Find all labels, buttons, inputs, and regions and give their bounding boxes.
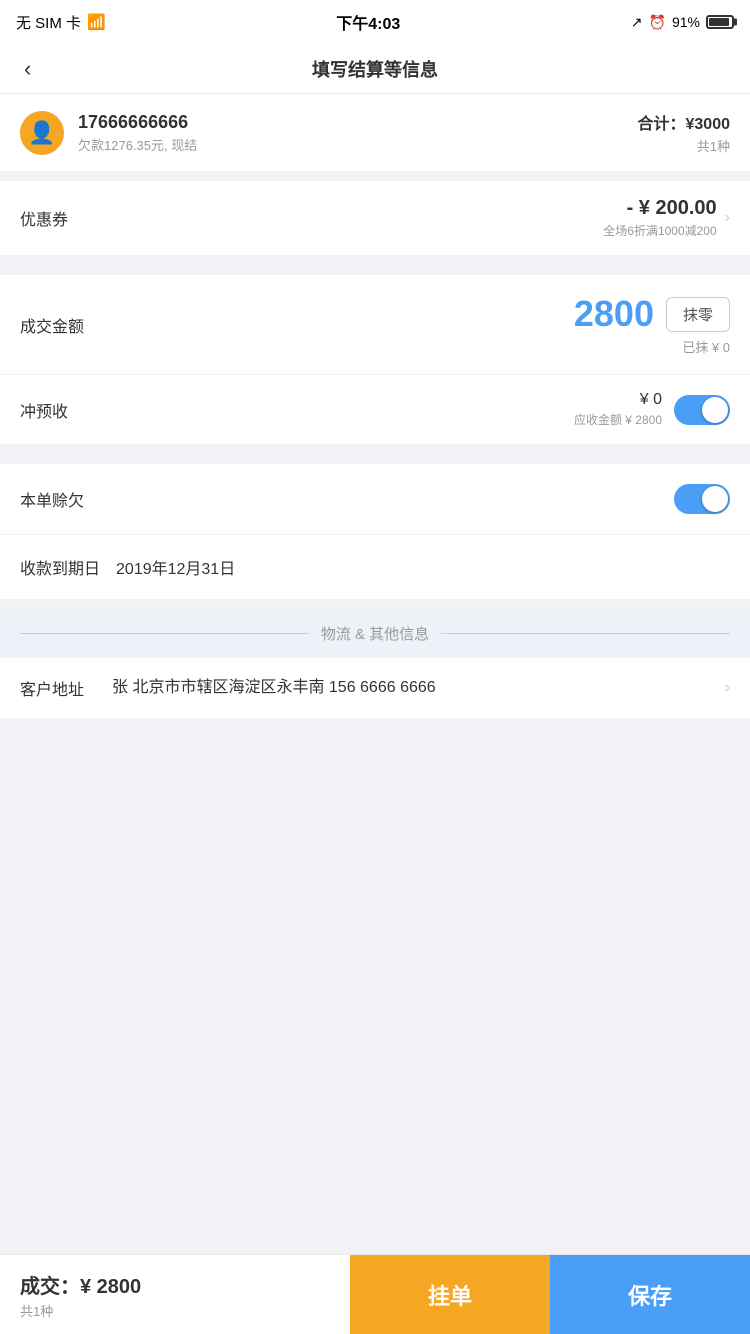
prepay-values: ¥ 0 应收金额 ¥ 2800 — [574, 391, 662, 428]
logistics-line-left — [20, 633, 309, 634]
prepay-right: ¥ 0 应收金额 ¥ 2800 — [574, 391, 730, 428]
user-totals: 合计：¥3000 共1种 — [638, 110, 731, 155]
address-row[interactable]: 客户地址 张 北京市市辖区海淀区永丰南 156 6666 6666 › — [0, 658, 750, 718]
prepay-label: 冲预收 — [20, 398, 68, 422]
debt-toggle-knob — [702, 486, 728, 512]
bottom-item-count: 共1种 — [20, 1301, 330, 1320]
amount-right-inner: 2800 抹零 — [574, 293, 730, 335]
avatar-icon: 👤 — [28, 120, 55, 146]
page-title: 填写结算等信息 — [312, 56, 438, 82]
status-right: ↗ ⏰ 91% — [631, 14, 734, 31]
bottom-deal-value: ¥ 2800 — [80, 1276, 141, 1298]
hold-order-button[interactable]: 挂单 — [350, 1255, 550, 1334]
user-info: 17666666666 欠款1276.35元, 现结 — [78, 112, 197, 154]
status-bar: 无 SIM 卡 📶 下午4:03 ↗ ⏰ 91% — [0, 0, 750, 44]
avatar: 👤 — [20, 111, 64, 155]
separator-1 — [0, 265, 750, 275]
coupon-desc: 全场6折满1000减200 — [603, 222, 716, 239]
status-time: 下午4:03 — [336, 10, 400, 34]
coupon-values: - ¥ 200.00 全场6折满1000减200 — [603, 197, 716, 239]
address-chevron-icon: › — [725, 679, 730, 697]
toggle-knob — [702, 397, 728, 423]
coupon-amount: - ¥ 200.00 — [603, 197, 716, 220]
logistics-label: 物流 & 其他信息 — [321, 623, 429, 644]
content: 👤 17666666666 欠款1276.35元, 现结 合计：¥3000 共1… — [0, 94, 750, 808]
user-debt-info: 欠款1276.35元, 现结 — [78, 135, 197, 154]
deal-amount-sub: 已抹 ¥ 0 — [574, 337, 730, 356]
address-label: 客户地址 — [20, 676, 100, 700]
prepay-row: 冲预收 ¥ 0 应收金额 ¥ 2800 — [0, 375, 750, 444]
carrier-label: 无 SIM 卡 — [16, 12, 81, 33]
alarm-icon: ⏰ — [649, 14, 666, 31]
chevron-right-icon: › — [725, 209, 730, 227]
separator-2 — [0, 444, 750, 454]
form-section-1: 成交金额 2800 抹零 已抹 ¥ 0 冲预收 ¥ 0 应收金额 ¥ 2800 — [0, 275, 750, 444]
logistics-line-right — [441, 633, 730, 634]
coupon-label: 优惠券 — [20, 206, 68, 230]
deal-amount-value: 2800 — [574, 293, 654, 335]
battery-fill — [709, 18, 729, 26]
user-total-amount: 合计：¥3000 — [638, 110, 731, 134]
due-date-value: 2019年12月31日 — [116, 555, 235, 579]
wifi-icon: 📶 — [87, 13, 106, 31]
save-button[interactable]: 保存 — [550, 1255, 750, 1334]
round-zero-button[interactable]: 抹零 — [666, 297, 730, 332]
deal-amount-label: 成交金额 — [20, 313, 84, 337]
debt-label: 本单赊欠 — [20, 487, 84, 511]
back-button[interactable]: ‹ — [16, 52, 39, 86]
coupon-right: - ¥ 200.00 全场6折满1000减200 › — [603, 197, 730, 239]
user-item-count: 共1种 — [638, 136, 731, 155]
debt-row: 本单赊欠 — [0, 464, 750, 534]
user-card: 👤 17666666666 欠款1276.35元, 现结 合计：¥3000 共1… — [0, 94, 750, 171]
bottom-deal-label: 成交： — [20, 1276, 80, 1298]
deal-amount-right: 2800 抹零 已抹 ¥ 0 — [574, 293, 730, 356]
due-date-label: 收款到期日 — [20, 555, 100, 579]
status-left: 无 SIM 卡 📶 — [16, 12, 106, 33]
bottom-summary: 成交：¥ 2800 共1种 — [0, 1270, 350, 1320]
nav-bar: ‹ 填写结算等信息 — [0, 44, 750, 94]
prepay-toggle[interactable] — [674, 395, 730, 425]
bottom-bar: 成交：¥ 2800 共1种 挂单 保存 — [0, 1254, 750, 1334]
prepay-receivable: 应收金额 ¥ 2800 — [574, 411, 662, 428]
due-date-row: 收款到期日 2019年12月31日 — [0, 534, 750, 599]
user-left: 👤 17666666666 欠款1276.35元, 现结 — [20, 111, 197, 155]
bottom-deal-amount: 成交：¥ 2800 — [20, 1270, 330, 1299]
coupon-row[interactable]: 优惠券 - ¥ 200.00 全场6折满1000减200 › — [0, 181, 750, 255]
logistics-section: 物流 & 其他信息 — [0, 609, 750, 658]
debt-toggle[interactable] — [674, 484, 730, 514]
location-icon: ↗ — [631, 14, 643, 31]
user-phone: 17666666666 — [78, 112, 197, 133]
deal-amount-row: 成交金额 2800 抹零 已抹 ¥ 0 — [0, 275, 750, 375]
battery-pct: 91% — [672, 14, 700, 30]
prepay-amount: ¥ 0 — [574, 391, 662, 409]
address-value: 张 北京市市辖区海淀区永丰南 156 6666 6666 — [112, 676, 713, 700]
battery-icon — [706, 15, 734, 29]
